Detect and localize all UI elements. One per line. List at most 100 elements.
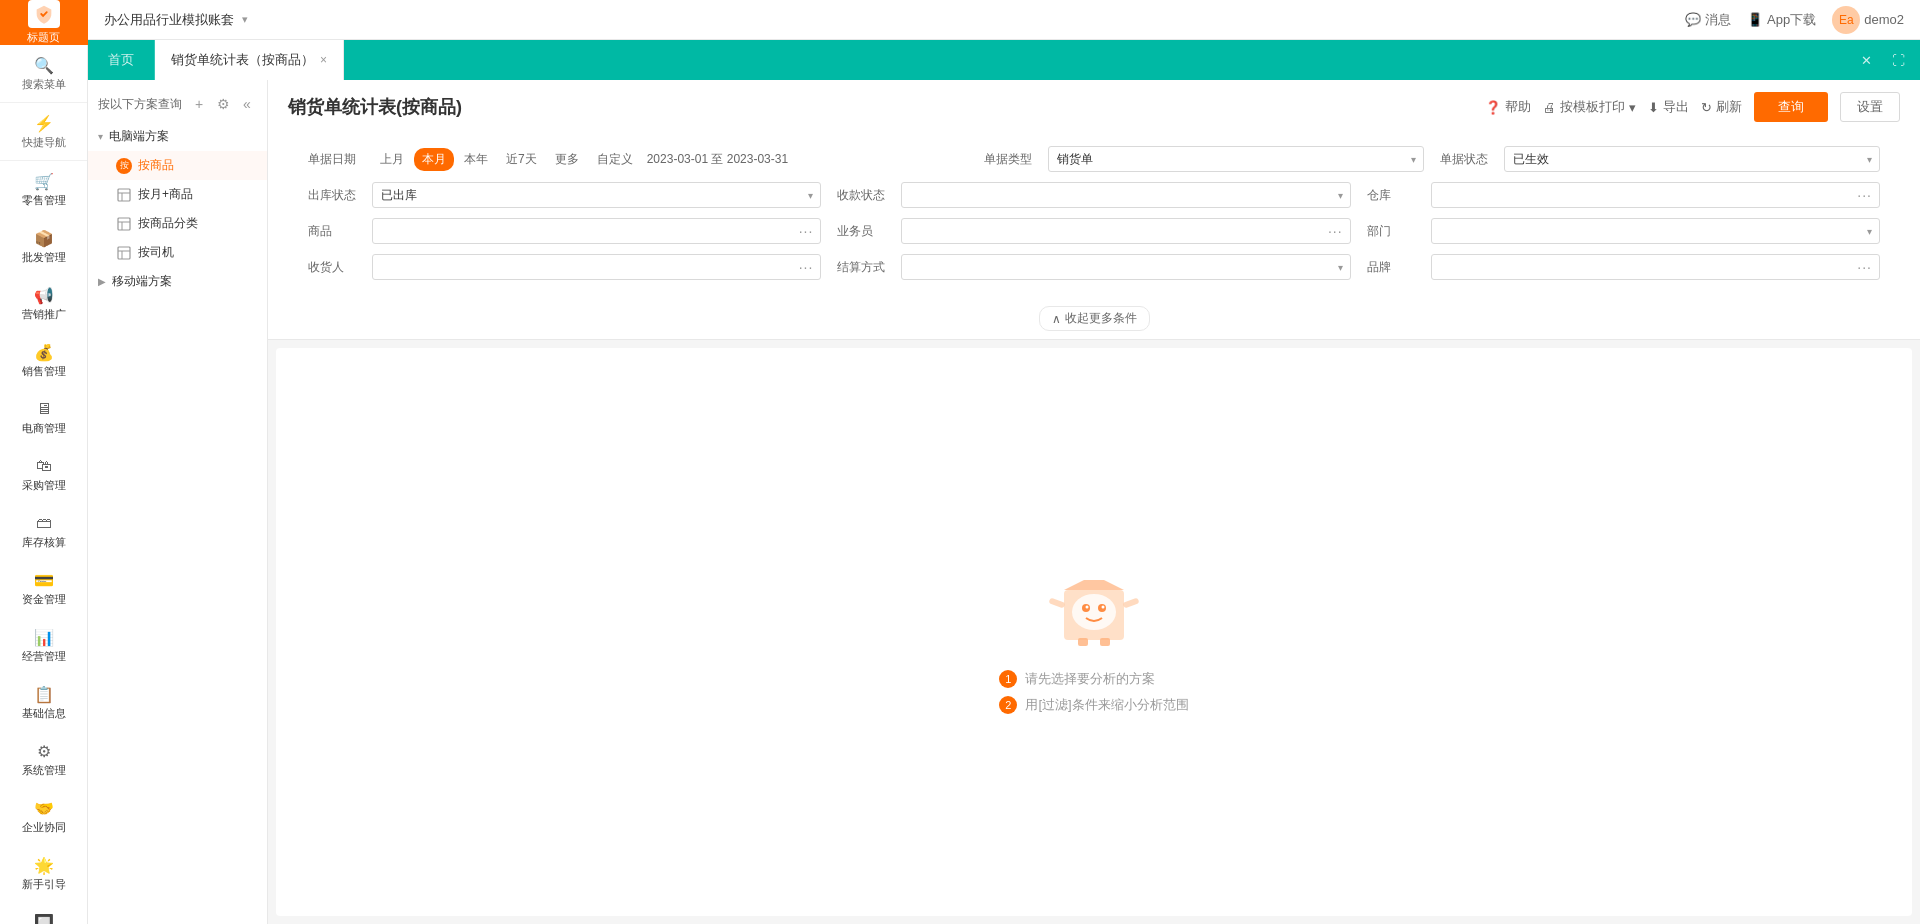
left-panel: 按以下方案查询 + ⚙ « ▾ 电脑端方案 按 按商品 (88, 80, 268, 924)
receiver-input[interactable] (372, 254, 821, 280)
print-btn[interactable]: 🖨 按模板打印 ▾ (1543, 98, 1636, 116)
settings-button[interactable]: 设置 (1840, 92, 1900, 122)
search-menu[interactable]: 🔍 搜索菜单 (0, 45, 87, 103)
tree-item-by-month-goods[interactable]: 按月+商品 (88, 180, 267, 209)
sidebar-item-ecommerce[interactable]: 🖥 电商管理 (0, 389, 87, 446)
tree-item-active-icon: 按 (116, 158, 132, 174)
filter-payment: 结算方式 ▾ (837, 254, 1350, 280)
receipt-status-select[interactable] (901, 182, 1350, 208)
dept-label: 部门 (1367, 223, 1427, 240)
tip-text-2: 用[过滤]条件来缩小分析范围 (1025, 696, 1188, 714)
sidebar-item-guide[interactable]: 🌟 新手引导 (0, 845, 87, 902)
tab-home[interactable]: 首页 (88, 40, 155, 80)
sidebar: 标题页 🔍 搜索菜单 ⚡ 快捷导航 🛒 零售管理 📦 批发管理 📢 营销推广 💰… (0, 0, 88, 924)
query-button[interactable]: 查询 (1754, 92, 1828, 122)
payment-select[interactable] (901, 254, 1350, 280)
sidebar-item-retail[interactable]: 🛒 零售管理 (0, 161, 87, 218)
date-tab-last-month[interactable]: 上月 (372, 148, 412, 171)
tab-close-window[interactable]: ✕ (1852, 46, 1880, 74)
page-title: 销货单统计表(按商品) (288, 95, 462, 119)
enterprise-label: 企业协同 (22, 820, 66, 835)
app-download-btn[interactable]: 📱 App下载 (1747, 11, 1816, 29)
message-label: 消息 (1705, 11, 1731, 29)
page-content: 按以下方案查询 + ⚙ « ▾ 电脑端方案 按 按商品 (88, 80, 1920, 924)
tab-maximize[interactable]: ⛶ (1884, 46, 1912, 74)
svg-rect-0 (118, 189, 130, 201)
message-icon: 💬 (1685, 12, 1701, 27)
doc-type-label: 单据类型 (984, 151, 1044, 168)
tree-collapse-icon: ▶ (98, 276, 106, 287)
empty-illustration (1034, 550, 1154, 650)
sidebar-item-finance[interactable]: 💳 资金管理 (0, 560, 87, 617)
retail-label: 零售管理 (22, 193, 66, 208)
sidebar-item-purchase[interactable]: 🛍 采购管理 (0, 446, 87, 503)
sidebar-item-wholesale[interactable]: 📦 批发管理 (0, 218, 87, 275)
empty-tip-1: 1 请先选择要分析的方案 (999, 670, 1188, 688)
filter-doc-status: 单据状态 已生效 ▾ (1440, 146, 1880, 172)
doc-status-select[interactable]: 已生效 (1504, 146, 1880, 172)
doc-type-select[interactable]: 销货单 (1048, 146, 1424, 172)
enterprise-icon: 🤝 (34, 798, 54, 818)
tree-parent-mobile[interactable]: ▶ 移动端方案 (88, 267, 267, 296)
export-btn[interactable]: ⬇ 导出 (1648, 98, 1689, 116)
dept-select[interactable] (1431, 218, 1880, 244)
page-header-actions: ❓ 帮助 🖨 按模板打印 ▾ ⬇ 导出 ↻ (1485, 92, 1900, 122)
wholesale-icon: 📦 (34, 228, 54, 248)
help-label: 帮助 (1505, 98, 1531, 116)
sidebar-item-system[interactable]: ⚙ 系统管理 (0, 731, 87, 788)
sidebar-item-enterprise[interactable]: 🤝 企业协同 (0, 788, 87, 845)
tree-item-icon-3 (116, 245, 132, 261)
date-range-value: 2023-03-01 至 2023-03-31 (647, 151, 788, 168)
collapse-panel-btn[interactable]: « (237, 94, 257, 114)
filter-row-4: 收货人 ··· 结算方式 (308, 254, 1880, 280)
tree-parent-desktop[interactable]: ▾ 电脑端方案 (88, 122, 267, 151)
brand-input[interactable] (1431, 254, 1880, 280)
tree-item-icon-2 (116, 216, 132, 232)
print-icon: 🖨 (1543, 100, 1556, 115)
date-tab-custom[interactable]: 自定义 (589, 148, 641, 171)
receipt-status-label: 收款状态 (837, 187, 897, 204)
sidebar-item-operations[interactable]: 📊 经营管理 (0, 617, 87, 674)
tree-item-by-goods[interactable]: 按 按商品 (88, 151, 267, 180)
refresh-btn[interactable]: ↻ 刷新 (1701, 98, 1742, 116)
out-status-select[interactable]: 已出库 (372, 182, 821, 208)
staff-input[interactable] (901, 218, 1350, 244)
tab-active[interactable]: 销货单统计表（按商品） × (155, 40, 344, 80)
date-tab-this-year[interactable]: 本年 (456, 148, 496, 171)
payment-label: 结算方式 (837, 259, 897, 276)
user-menu[interactable]: Ea demo2 (1832, 6, 1904, 34)
sidebar-item-sales[interactable]: 💰 销售管理 (0, 332, 87, 389)
help-btn[interactable]: ❓ 帮助 (1485, 98, 1531, 116)
date-tab-7days[interactable]: 近7天 (498, 148, 545, 171)
warehouse-input[interactable] (1431, 182, 1880, 208)
tree-item-by-driver[interactable]: 按司机 (88, 238, 267, 267)
sidebar-item-apps[interactable]: 🔲 应用中心 (0, 902, 87, 924)
collapse-row: ∧ 收起更多条件 (288, 302, 1900, 339)
sales-label: 销售管理 (22, 364, 66, 379)
receiver-label: 收货人 (308, 259, 368, 276)
goods-input[interactable] (372, 218, 821, 244)
settings-scheme-btn[interactable]: ⚙ (213, 94, 233, 114)
sidebar-item-marketing[interactable]: 📢 营销推广 (0, 275, 87, 332)
filter-out-status: 出库状态 已出库 ▾ (308, 182, 821, 208)
message-btn[interactable]: 💬 消息 (1685, 11, 1731, 29)
collapse-btn[interactable]: ∧ 收起更多条件 (1039, 306, 1150, 331)
add-scheme-btn[interactable]: + (189, 94, 209, 114)
app-download-label: App下载 (1767, 11, 1816, 29)
collapse-up-icon: ∧ (1052, 312, 1061, 326)
collapse-label: 收起更多条件 (1065, 310, 1137, 327)
sidebar-item-basic[interactable]: 📋 基础信息 (0, 674, 87, 731)
sidebar-item-inventory[interactable]: 🗃 库存核算 (0, 503, 87, 560)
quick-nav[interactable]: ⚡ 快捷导航 (0, 103, 87, 161)
doc-status-label: 单据状态 (1440, 151, 1500, 168)
tab-active-label: 销货单统计表（按商品） (171, 51, 314, 69)
tree-item-by-category[interactable]: 按商品分类 (88, 209, 267, 238)
filter-receiver: 收货人 ··· (308, 254, 821, 280)
date-tab-this-month[interactable]: 本月 (414, 148, 454, 171)
export-icon: ⬇ (1648, 100, 1659, 115)
workspace-dropdown-icon[interactable]: ▾ (242, 13, 248, 26)
print-dropdown-icon[interactable]: ▾ (1629, 100, 1636, 115)
tab-close-icon[interactable]: × (320, 53, 327, 67)
date-tab-more[interactable]: 更多 (547, 148, 587, 171)
tree-item-label-3: 按商品分类 (138, 215, 198, 232)
